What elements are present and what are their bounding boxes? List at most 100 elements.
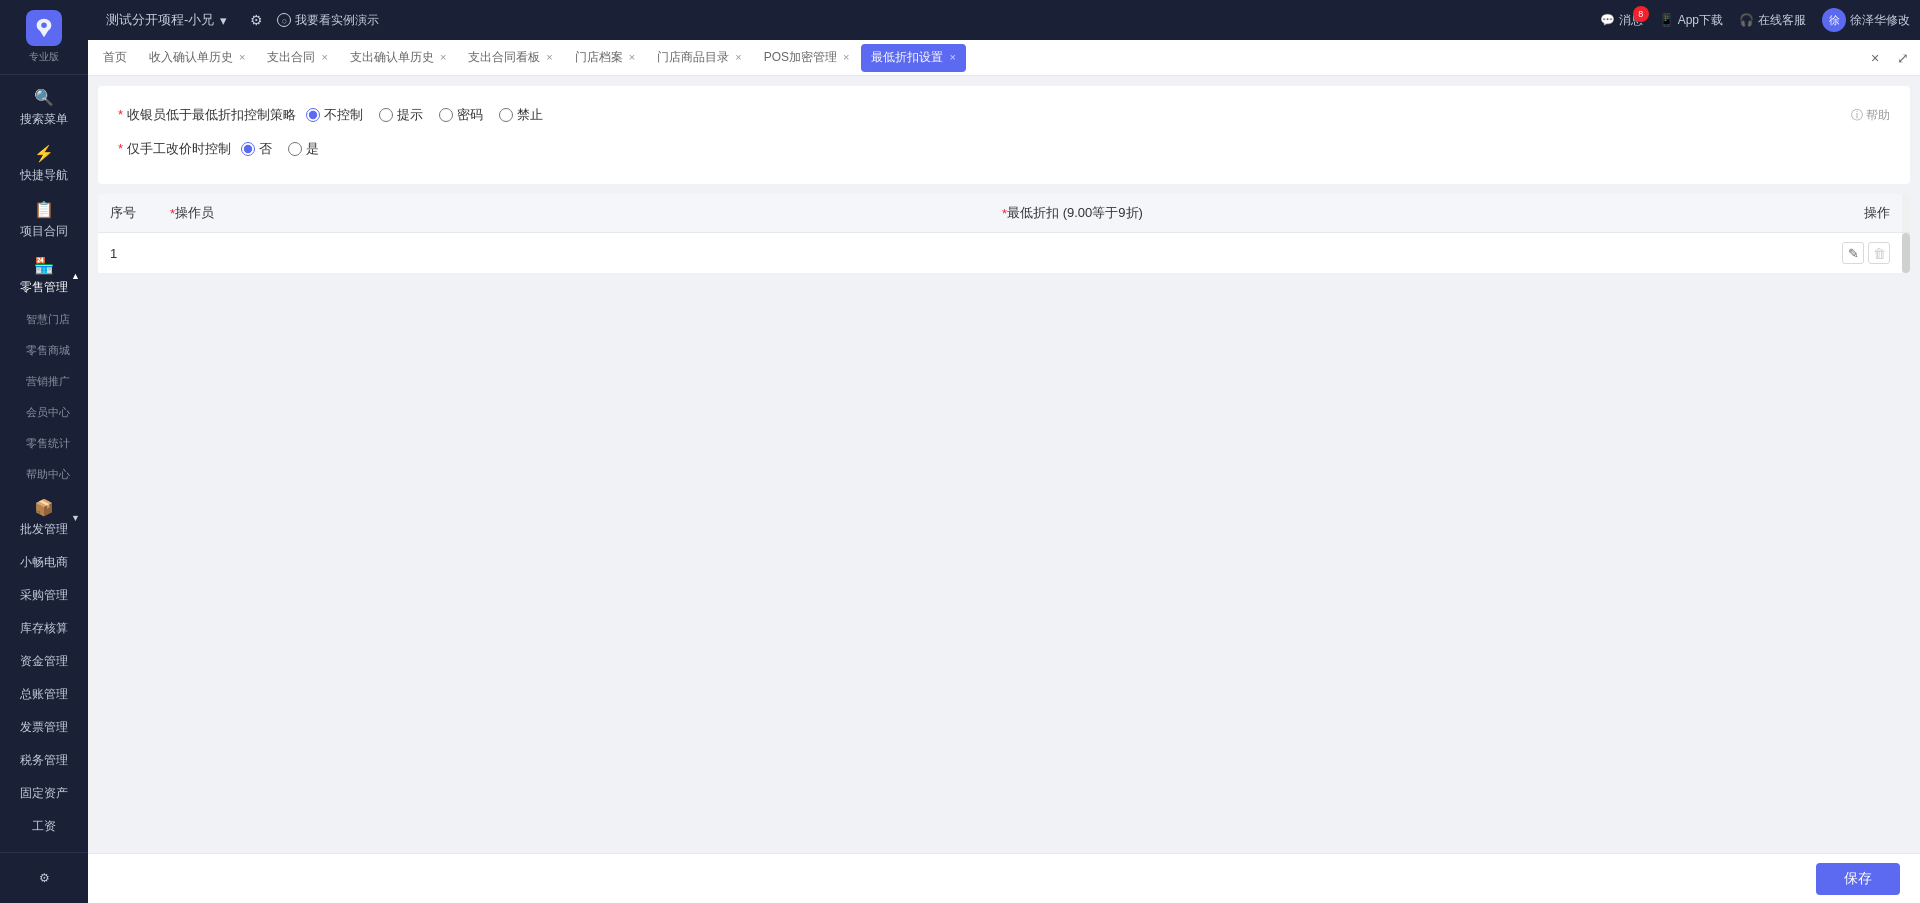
sidebar-item-batch-mgmt[interactable]: 📦 批发管理 ▼ bbox=[0, 490, 88, 546]
radio-manual-yes-input[interactable] bbox=[288, 142, 302, 156]
sidebar-item-retail-mall[interactable]: 零售商城 bbox=[0, 335, 88, 366]
message-icon: 💬 bbox=[1600, 13, 1615, 27]
help-link[interactable]: ⓘ 帮助 bbox=[1851, 107, 1890, 124]
radio-remind-input[interactable] bbox=[379, 108, 393, 122]
delete-row-button[interactable]: 🗑 bbox=[1868, 242, 1890, 264]
table-cell-min-discount bbox=[990, 233, 1822, 273]
tab-store-files-label: 门店档案 bbox=[575, 49, 623, 66]
radio-password[interactable]: 密码 bbox=[439, 106, 483, 124]
save-button[interactable]: 保存 bbox=[1816, 863, 1900, 895]
message-badge: 8 bbox=[1633, 6, 1649, 22]
settings-icon: ⚙ bbox=[39, 871, 50, 885]
table-header-operator: 操作员 bbox=[158, 194, 990, 232]
app-download-button[interactable]: 📱 App下载 bbox=[1659, 12, 1723, 29]
table-scrollbar-track bbox=[1902, 194, 1910, 232]
sidebar-item-fixed-assets[interactable]: 固定资产 bbox=[0, 777, 88, 810]
tabs-right-actions: × ⤢ bbox=[1863, 46, 1915, 70]
topbar-gear-icon: ⚙ bbox=[250, 12, 263, 28]
demo-link[interactable]: ○ 我要看实例演示 bbox=[277, 12, 379, 29]
sidebar-item-retail-mall-label: 零售商城 bbox=[26, 343, 70, 358]
tab-income-confirm-history[interactable]: 收入确认单历史 × bbox=[139, 44, 255, 72]
delete-icon: 🗑 bbox=[1873, 246, 1886, 261]
tab-home[interactable]: 首页 bbox=[93, 44, 137, 72]
sidebar-item-tax-mgmt[interactable]: 税务管理 bbox=[0, 744, 88, 777]
sidebar-item-tax-mgmt-label: 税务管理 bbox=[20, 752, 68, 769]
tab-min-discount-setting-label: 最低折扣设置 bbox=[871, 49, 943, 66]
search-icon: 🔍 bbox=[34, 88, 54, 107]
table-header-seq: 序号 bbox=[98, 194, 158, 232]
sidebar-item-retail-stats[interactable]: 零售统计 bbox=[0, 428, 88, 459]
logo-icon bbox=[26, 10, 62, 46]
tab-payment-contract[interactable]: 支出合同 × bbox=[257, 44, 337, 72]
tab-payment-contract-board[interactable]: 支出合同看板 × bbox=[458, 44, 562, 72]
discount-strategy-row: 收银员低于最低折扣控制策略 不控制 提示 密码 bbox=[118, 106, 1890, 124]
radio-forbid[interactable]: 禁止 bbox=[499, 106, 543, 124]
tab-store-product-catalog[interactable]: 门店商品目录 × bbox=[647, 44, 751, 72]
tab-store-files-close[interactable]: × bbox=[629, 52, 635, 63]
radio-manual-yes[interactable]: 是 bbox=[288, 140, 319, 158]
radio-no-control[interactable]: 不控制 bbox=[306, 106, 363, 124]
sidebar-item-finance-label: 资金管理 bbox=[20, 653, 68, 670]
quick-nav-icon: ⚡ bbox=[34, 144, 54, 163]
radio-forbid-input[interactable] bbox=[499, 108, 513, 122]
tab-store-product-catalog-close[interactable]: × bbox=[735, 52, 741, 63]
tab-payment-contract-label: 支出合同 bbox=[267, 49, 315, 66]
tab-payment-confirm-history-close[interactable]: × bbox=[440, 52, 446, 63]
radio-remind[interactable]: 提示 bbox=[379, 106, 423, 124]
sidebar-item-project-contract-label: 项目合同 bbox=[20, 223, 68, 240]
manual-price-label: 仅手工改价时控制 bbox=[118, 140, 231, 158]
sidebar-item-marketing[interactable]: 营销推广 bbox=[0, 366, 88, 397]
sidebar-item-help-center[interactable]: 帮助中心 bbox=[0, 459, 88, 490]
topbar-settings-button[interactable]: ⚙ bbox=[245, 9, 267, 31]
sidebar-item-batch-mgmt-label: 批发管理 bbox=[20, 521, 68, 538]
sidebar-item-member-center[interactable]: 会员中心 bbox=[0, 397, 88, 428]
tab-min-discount-setting[interactable]: 最低折扣设置 × bbox=[861, 44, 965, 72]
sidebar-settings-button[interactable]: ⚙ bbox=[4, 863, 84, 893]
project-dropdown-icon: ▾ bbox=[220, 13, 227, 28]
project-selector[interactable]: 测试分开项程-小兄 ▾ bbox=[98, 7, 235, 33]
tabs-expand-button[interactable]: ⤢ bbox=[1891, 46, 1915, 70]
radio-manual-no-input[interactable] bbox=[241, 142, 255, 156]
sidebar-item-invoice-mgmt[interactable]: 发票管理 bbox=[0, 711, 88, 744]
tab-payment-contract-close[interactable]: × bbox=[321, 52, 327, 63]
radio-manual-yes-label: 是 bbox=[306, 140, 319, 158]
tab-pos-password-mgmt-close[interactable]: × bbox=[843, 52, 849, 63]
table-card: 序号 操作员 最低折扣 (9.00等于9折) 操作 1 bbox=[98, 194, 1910, 274]
sidebar-item-purchase-mgmt-label: 采购管理 bbox=[20, 587, 68, 604]
sidebar-item-project-contract[interactable]: 📋 项目合同 bbox=[0, 192, 88, 248]
sidebar-item-inventory[interactable]: 库存核算 bbox=[0, 612, 88, 645]
batch-mgmt-arrow-icon: ▼ bbox=[71, 513, 80, 523]
tab-payment-contract-board-close[interactable]: × bbox=[546, 52, 552, 63]
radio-no-control-input[interactable] bbox=[306, 108, 320, 122]
tab-payment-confirm-history[interactable]: 支出确认单历史 × bbox=[340, 44, 456, 72]
tab-store-files[interactable]: 门店档案 × bbox=[565, 44, 645, 72]
sidebar-item-salary[interactable]: 工资 bbox=[0, 810, 88, 843]
sidebar-item-accounting[interactable]: 总账管理 bbox=[0, 678, 88, 711]
edit-row-button[interactable]: ✎ bbox=[1842, 242, 1864, 264]
radio-no-control-label: 不控制 bbox=[324, 106, 363, 124]
radio-password-input[interactable] bbox=[439, 108, 453, 122]
sidebar-item-retail-mgmt[interactable]: 🏪 零售管理 ▲ bbox=[0, 248, 88, 304]
tab-income-confirm-history-close[interactable]: × bbox=[239, 52, 245, 63]
tab-pos-password-mgmt[interactable]: POS加密管理 × bbox=[754, 44, 860, 72]
table-cell-seq: 1 bbox=[98, 233, 158, 273]
sidebar-item-search[interactable]: 🔍 搜索菜单 bbox=[0, 80, 88, 136]
online-service-button[interactable]: 🎧 在线客服 bbox=[1739, 12, 1806, 29]
sidebar-item-ecommerce[interactable]: 小畅电商 bbox=[0, 546, 88, 579]
table-scrollbar-thumb[interactable] bbox=[1902, 233, 1910, 273]
user-menu[interactable]: 徐 徐泽华修改 bbox=[1822, 8, 1910, 32]
tab-min-discount-setting-close[interactable]: × bbox=[949, 52, 955, 63]
table-cell-action: ✎ 🗑 bbox=[1822, 233, 1902, 273]
tabs-close-button[interactable]: × bbox=[1863, 46, 1887, 70]
sidebar-item-smart-store[interactable]: 智慧门店 bbox=[0, 304, 88, 335]
tab-pos-password-mgmt-label: POS加密管理 bbox=[764, 49, 837, 66]
sidebar-item-member-center-label: 会员中心 bbox=[26, 405, 70, 420]
bottom-bar: 保存 bbox=[88, 853, 1920, 903]
message-button[interactable]: 💬 消息 8 bbox=[1600, 12, 1643, 29]
sidebar-item-quick-nav[interactable]: ⚡ 快捷导航 bbox=[0, 136, 88, 192]
radio-manual-no[interactable]: 否 bbox=[241, 140, 272, 158]
sidebar-item-purchase-mgmt[interactable]: 采购管理 bbox=[0, 579, 88, 612]
content-area: 收银员低于最低折扣控制策略 不控制 提示 密码 bbox=[88, 76, 1920, 853]
sidebar-item-invoice-mgmt-label: 发票管理 bbox=[20, 719, 68, 736]
sidebar-item-finance[interactable]: 资金管理 bbox=[0, 645, 88, 678]
